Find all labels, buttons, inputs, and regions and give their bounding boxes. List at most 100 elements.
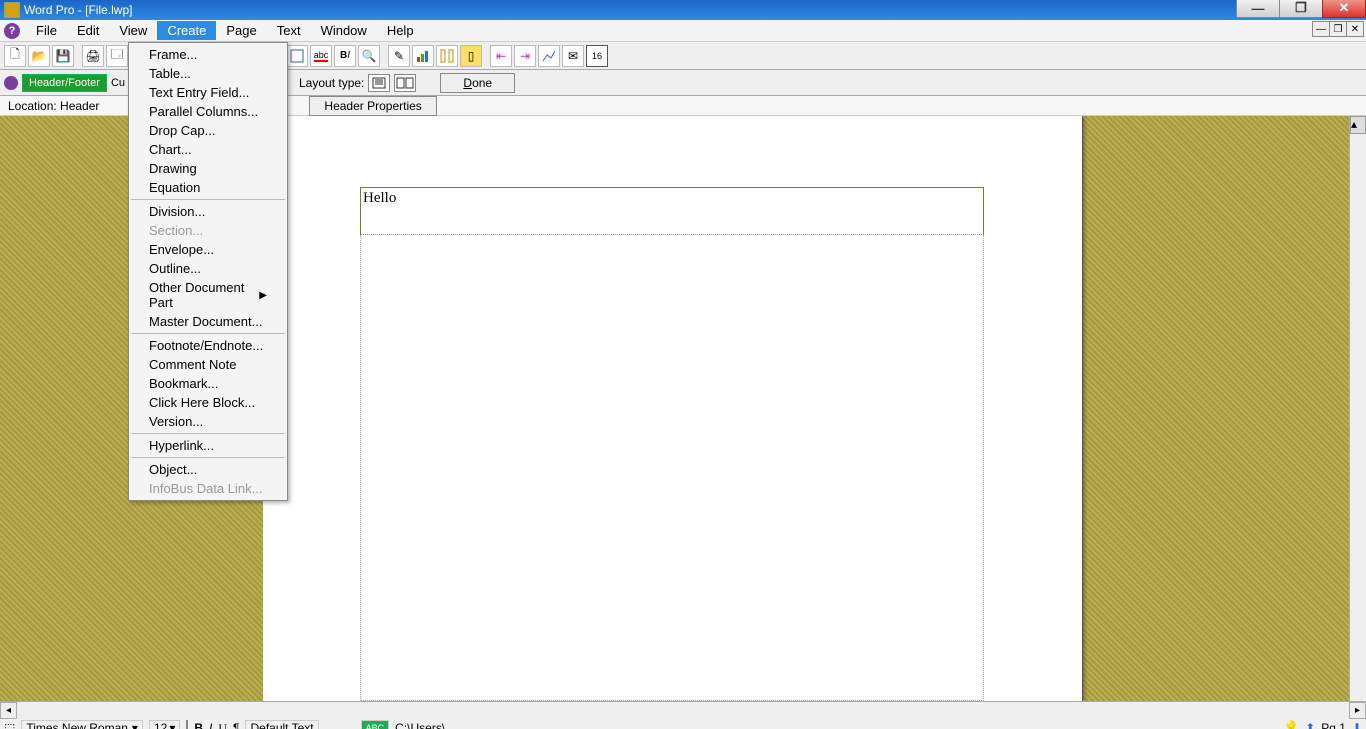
arrow-right-icon[interactable]: ⇥ — [514, 45, 536, 67]
horizontal-scrollbar[interactable]: ◂ ▸ — [0, 701, 1366, 718]
menu-view[interactable]: View — [109, 21, 157, 40]
envelope-icon[interactable]: ✉ — [562, 45, 584, 67]
font-size-selector[interactable]: 12 ▾ — [149, 720, 180, 729]
bold-button[interactable]: B — [194, 721, 203, 729]
menu-item-label: Parallel Columns... — [149, 104, 258, 119]
columns-icon[interactable] — [436, 45, 458, 67]
vertical-scrollbar[interactable]: ▴ — [1349, 116, 1366, 701]
chart-icon[interactable] — [412, 45, 434, 67]
menu-item-comment-note[interactable]: Comment Note — [129, 355, 287, 374]
body-region[interactable] — [360, 235, 984, 701]
tip-bulb-icon[interactable]: 💡 — [1283, 720, 1299, 729]
mdi-minimize-button[interactable]: — — [1312, 21, 1330, 37]
new-icon[interactable]: 🗋 — [4, 45, 26, 67]
menu-item-outline[interactable]: Outline... — [129, 259, 287, 278]
maximize-button[interactable]: ❐ — [1279, 0, 1323, 18]
menu-item-bookmark[interactable]: Bookmark... — [129, 374, 287, 393]
mdi-close-button[interactable]: ✕ — [1346, 21, 1364, 37]
menu-item-other-document-part[interactable]: Other Document Part▶ — [129, 278, 287, 312]
font-name-selector[interactable]: Times New Roman ▾ — [21, 720, 143, 729]
title-bar: Word Pro - [File.lwp] — ❐ ✕ — [0, 0, 1366, 20]
menu-window[interactable]: Window — [311, 21, 377, 40]
find-icon[interactable]: 🔍 — [358, 45, 380, 67]
menu-separator — [131, 199, 285, 200]
menu-help[interactable]: Help — [377, 21, 424, 40]
hscroll-track[interactable] — [17, 702, 1349, 719]
menu-item-parallel-columns[interactable]: Parallel Columns... — [129, 102, 287, 121]
menu-item-master-document[interactable]: Master Document... — [129, 312, 287, 331]
save-icon[interactable]: 💾 — [52, 45, 74, 67]
open-icon[interactable]: 📂 — [28, 45, 50, 67]
menu-text[interactable]: Text — [267, 21, 311, 40]
info-icon[interactable] — [4, 76, 18, 90]
menu-create[interactable]: Create — [157, 21, 216, 40]
menu-separator — [131, 333, 285, 334]
page-indicator[interactable]: Pg 1 — [1321, 721, 1346, 729]
arrow-left-icon[interactable]: ⇤ — [490, 45, 512, 67]
menu-item-equation[interactable]: Equation — [129, 178, 287, 197]
menu-item-version[interactable]: Version... — [129, 412, 287, 431]
menu-item-text-entry[interactable]: Text Entry Field... — [129, 83, 287, 102]
hscroll-thumb[interactable] — [17, 702, 1349, 719]
font-name-label: Times New Roman — [26, 721, 128, 729]
header-text[interactable]: Hello — [361, 188, 983, 209]
menu-item-label: Drop Cap... — [149, 123, 215, 138]
spellcheck-icon[interactable]: abc — [310, 45, 332, 67]
chevron-down-icon: ▾ — [132, 721, 138, 729]
underline-button[interactable]: U — [218, 721, 227, 729]
close-button[interactable]: ✕ — [1322, 0, 1366, 18]
menu-item-section: Section... — [129, 221, 287, 240]
highlight-icon[interactable]: ▯ — [460, 45, 482, 67]
frame-icon[interactable] — [286, 45, 308, 67]
menu-item-frame[interactable]: Frame... — [129, 45, 287, 64]
menu-item-label: Comment Note — [149, 357, 236, 372]
minimize-button[interactable]: — — [1236, 0, 1280, 18]
file-path: C:\Users\ — [395, 721, 445, 729]
chart2-icon[interactable] — [538, 45, 560, 67]
print-icon[interactable]: 🖨 — [82, 45, 104, 67]
menu-file[interactable]: File — [26, 21, 67, 40]
header-properties-button[interactable]: Header Properties — [309, 96, 436, 116]
bold-italic-icon[interactable]: BI — [334, 45, 356, 67]
menu-item-object[interactable]: Object... — [129, 460, 287, 479]
date-icon[interactable]: 16 — [586, 45, 608, 67]
page-up-icon[interactable]: ⬆ — [1305, 721, 1315, 729]
page-down-icon[interactable]: ⬇ — [1352, 721, 1362, 729]
menu-item-envelope[interactable]: Envelope... — [129, 240, 287, 259]
menu-item-label: Version... — [149, 414, 203, 429]
scroll-left-icon[interactable]: ◂ — [0, 702, 17, 719]
menu-item-drop-cap[interactable]: Drop Cap... — [129, 121, 287, 140]
view-mode-icon[interactable]: ⬚ — [4, 721, 15, 729]
header-footer-badge: Header/Footer — [22, 74, 107, 92]
menu-item-click-here-block[interactable]: Click Here Block... — [129, 393, 287, 412]
preview-icon[interactable]: 🗔 — [106, 45, 128, 67]
help-icon[interactable]: ? — [4, 23, 20, 39]
header-region[interactable]: Hello — [360, 187, 984, 235]
menu-edit[interactable]: Edit — [67, 21, 109, 40]
header-footer-cursor-label: Cu — [111, 77, 125, 89]
italic-button[interactable]: I — [209, 721, 212, 729]
insert-mode-icon[interactable]: ABC — [361, 720, 390, 729]
menu-page[interactable]: Page — [216, 21, 266, 40]
menu-item-footnote[interactable]: Footnote/Endnote... — [129, 336, 287, 355]
done-button[interactable]: Done — [440, 73, 515, 93]
drawing-icon[interactable]: ✎ — [388, 45, 410, 67]
header-properties-label: Header Properties — [324, 99, 421, 113]
scroll-up-icon[interactable]: ▴ — [1350, 116, 1366, 134]
menu-item-infobus: InfoBus Data Link... — [129, 479, 287, 498]
done-button-label-rest: one — [472, 76, 492, 90]
style-selector[interactable]: Default Text — [245, 720, 318, 729]
menu-item-label: Other Document Part — [149, 280, 259, 310]
menu-item-chart[interactable]: Chart... — [129, 140, 287, 159]
menu-item-table[interactable]: Table... — [129, 64, 287, 83]
scroll-right-icon[interactable]: ▸ — [1349, 702, 1366, 719]
mdi-restore-button[interactable]: ❐ — [1329, 21, 1347, 37]
layout-single-icon[interactable] — [368, 74, 390, 92]
menu-item-drawing[interactable]: Drawing — [129, 159, 287, 178]
menu-item-label: Object... — [149, 462, 197, 477]
menu-item-division[interactable]: Division... — [129, 202, 287, 221]
menu-item-hyperlink[interactable]: Hyperlink... — [129, 436, 287, 455]
layout-facing-icon[interactable] — [394, 74, 416, 92]
font-color-icon[interactable] — [186, 721, 188, 729]
paragraph-icon[interactable]: ¶ — [233, 721, 239, 729]
